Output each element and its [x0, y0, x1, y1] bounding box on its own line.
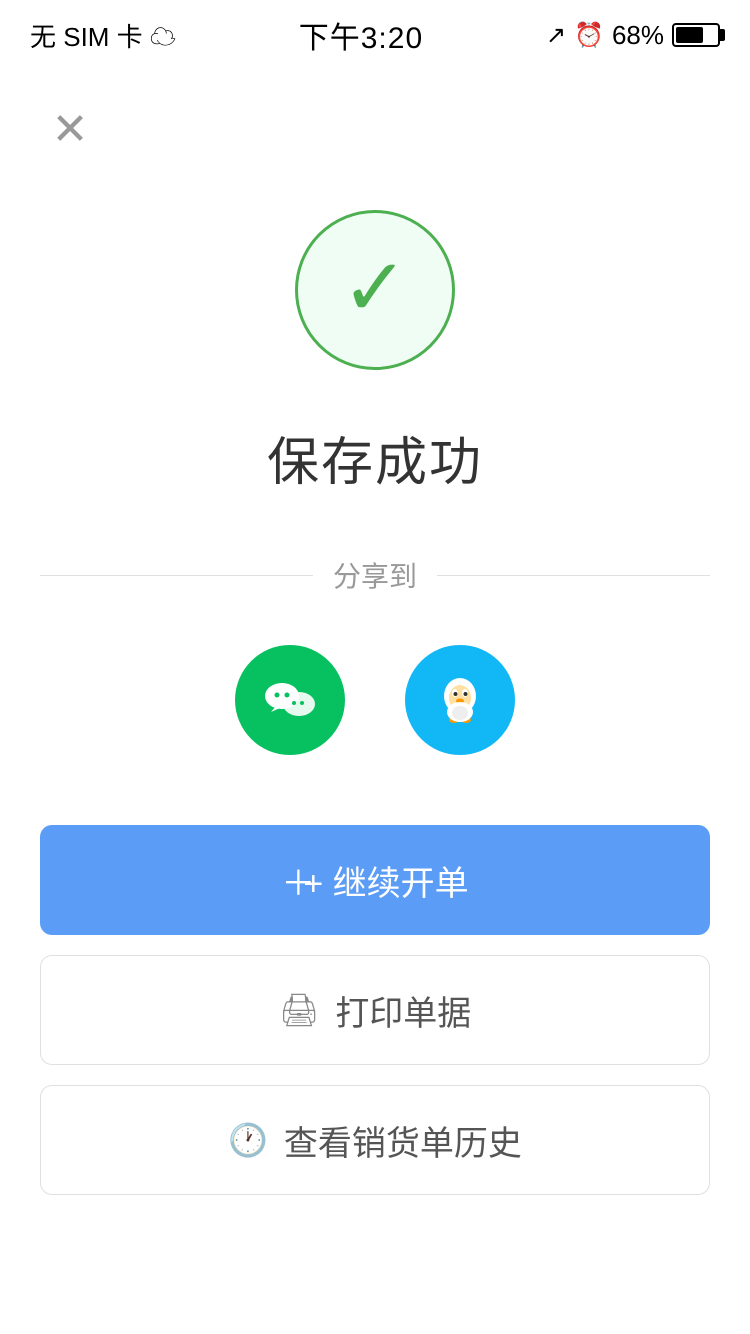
status-bar: 无 SIM 卡 ☁ 下午3:20 ↗ ⏰ 68% — [0, 0, 750, 70]
status-right: ↗ ⏰ 68% — [546, 20, 720, 51]
printer-icon: 🖨 — [279, 991, 320, 1029]
print-label: 打印单据 — [335, 986, 471, 1035]
status-time: 下午3:20 — [299, 13, 423, 57]
action-buttons: ＋ + 继续开单 🖨 打印单据 🕐 查看销货单历史 — [0, 825, 750, 1195]
divider-right — [437, 575, 710, 576]
divider-left — [40, 575, 313, 576]
main-content: ✓ 保存成功 分享到 — [0, 130, 750, 1334]
success-title: 保存成功 — [267, 420, 483, 495]
print-button[interactable]: 🖨 打印单据 — [40, 955, 710, 1065]
wechat-icon — [258, 668, 323, 733]
alarm-icon: ⏰ — [574, 21, 604, 50]
wechat-share-button[interactable] — [235, 645, 345, 755]
share-icons — [40, 645, 710, 755]
history-label: 查看销货单历史 — [284, 1116, 522, 1165]
status-left: 无 SIM 卡 ☁ — [30, 17, 176, 54]
no-sim-label: 无 SIM 卡 ☁ — [30, 17, 176, 54]
qq-share-button[interactable] — [405, 645, 515, 755]
direction-icon: ↗ — [546, 21, 566, 50]
close-icon: ✕ — [52, 108, 89, 152]
share-section: 分享到 — [0, 555, 750, 775]
history-icon: 🕐 — [228, 1121, 268, 1159]
history-button[interactable]: 🕐 查看销货单历史 — [40, 1085, 710, 1195]
battery-icon — [672, 23, 720, 47]
continue-label: + 继续开单 — [303, 856, 468, 905]
success-circle: ✓ — [295, 210, 455, 370]
close-button[interactable]: ✕ — [40, 100, 100, 160]
battery-percent: 68% — [612, 20, 664, 51]
share-divider: 分享到 — [40, 555, 710, 595]
share-label: 分享到 — [333, 555, 417, 595]
qq-icon — [428, 668, 493, 733]
checkmark-icon: ✓ — [341, 248, 408, 328]
continue-button[interactable]: ＋ + 继续开单 — [40, 825, 710, 935]
